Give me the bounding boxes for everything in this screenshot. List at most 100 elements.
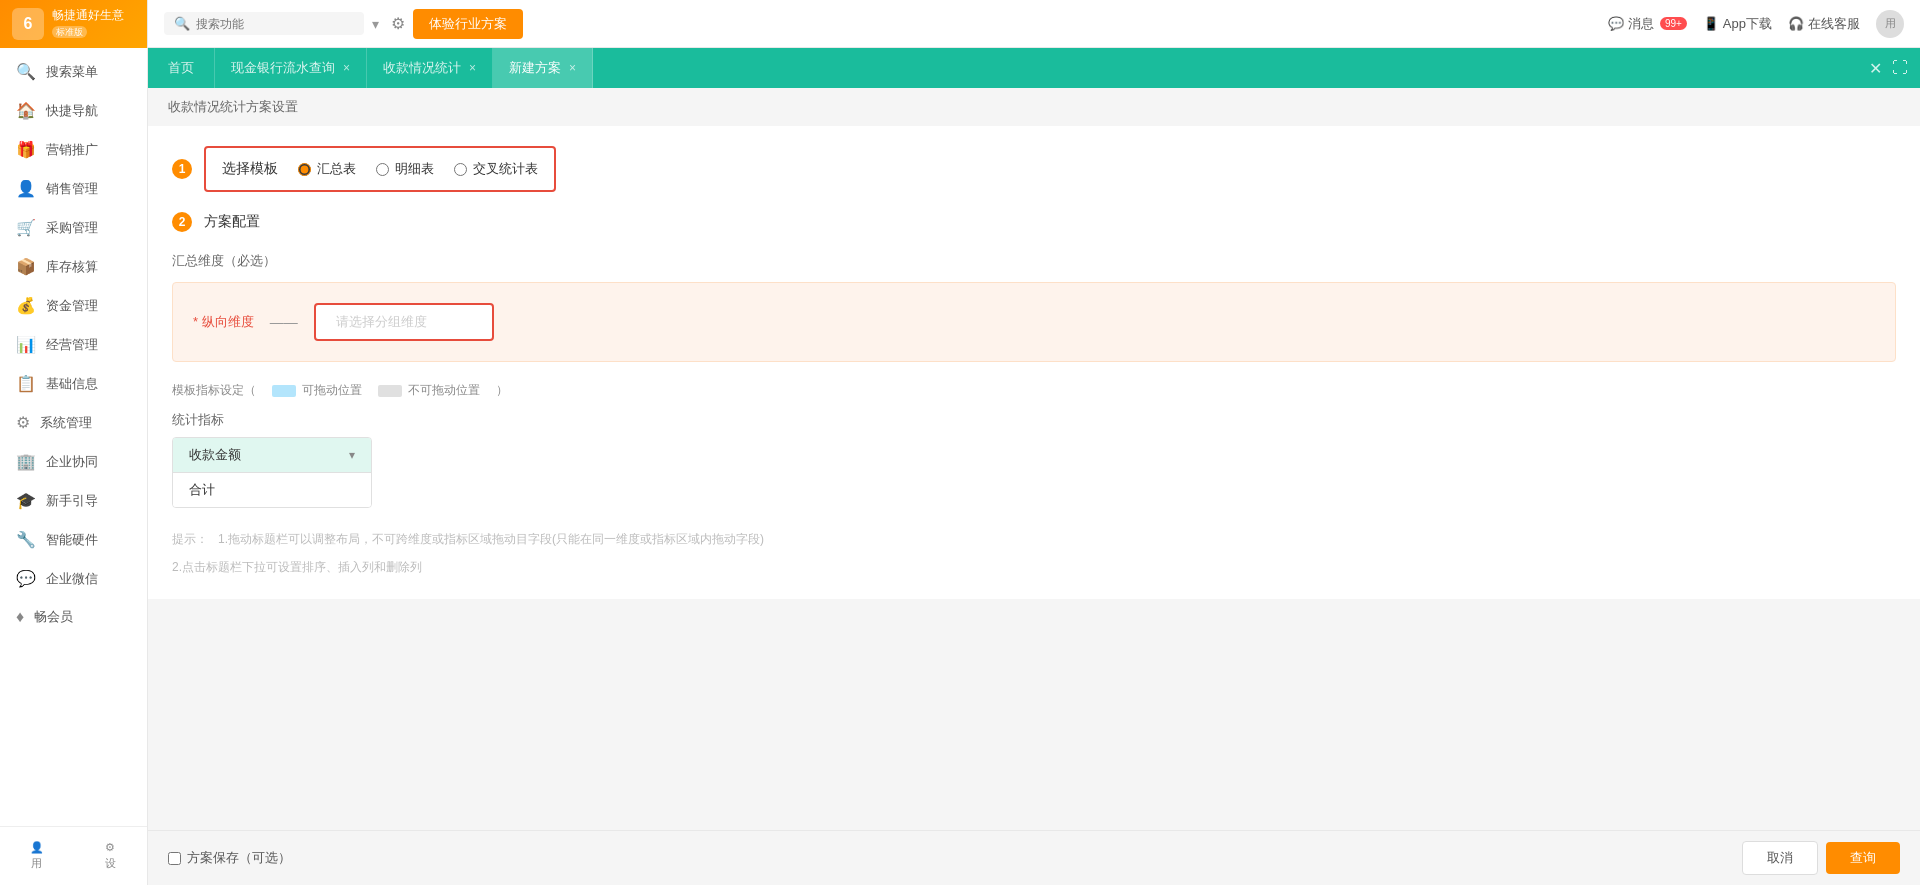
sidebar-item-finance[interactable]: 💰 资金管理 — [0, 286, 147, 325]
sidebar-item-label: 采购管理 — [46, 219, 98, 237]
inventory-icon: 📦 — [16, 257, 36, 276]
sales-icon: 👤 — [16, 179, 36, 198]
download-icon: 📱 — [1703, 16, 1719, 31]
tab-new-plan-label: 新建方案 — [509, 59, 561, 77]
main-card: 1 选择模板 汇总表 明细表 交叉统 — [148, 126, 1920, 599]
template-detail-label: 明细表 — [395, 160, 434, 178]
sidebar-item-inventory[interactable]: 📦 库存核算 — [0, 247, 147, 286]
stat-label: 统计指标 — [172, 411, 1896, 429]
template-cross-label: 交叉统计表 — [473, 160, 538, 178]
sidebar-item-basic-info[interactable]: 📋 基础信息 — [0, 364, 147, 403]
sidebar-item-label: 基础信息 — [46, 375, 98, 393]
tab-bank-flow[interactable]: 现金银行流水查询 × — [215, 48, 367, 88]
app-download-item[interactable]: 📱 App下载 — [1703, 15, 1772, 33]
template-section: 选择模板 汇总表 明细表 交叉统计表 — [204, 146, 556, 192]
sidebar-item-quick-nav[interactable]: 🏠 快捷导航 — [0, 91, 147, 130]
radio-cross[interactable] — [454, 163, 467, 176]
app-download-label: App下载 — [1723, 15, 1772, 33]
metric-setting-prefix: 模板指标设定（ — [172, 382, 256, 399]
save-checkbox-label[interactable]: 方案保存（可选） — [168, 849, 291, 867]
sidebar-item-member[interactable]: ♦ 畅会员 — [0, 598, 147, 636]
sidebar-item-operations[interactable]: 📊 经营管理 — [0, 325, 147, 364]
sidebar-item-label: 系统管理 — [40, 414, 92, 432]
finance-icon: 💰 — [16, 296, 36, 315]
fixed-dot — [378, 385, 402, 397]
dimension-section-title: 汇总维度（必选） — [172, 252, 1896, 270]
tip-title: 提示： 1.拖动标题栏可以调整布局，不可跨维度或指标区域拖动目字段(只能在同一维… — [172, 527, 1896, 551]
step1-badge: 1 — [172, 159, 192, 179]
sidebar-footer-user-label: 用 — [31, 856, 42, 871]
hardware-icon: 🔧 — [16, 530, 36, 549]
notification-badge: 99+ — [1660, 17, 1687, 30]
tab-new-plan-close[interactable]: × — [569, 61, 576, 75]
wechat-icon: 💬 — [16, 569, 36, 588]
template-option-summary[interactable]: 汇总表 — [298, 160, 356, 178]
tip-area: 提示： 1.拖动标题栏可以调整布局，不可跨维度或指标区域拖动目字段(只能在同一维… — [172, 527, 1896, 579]
cancel-button[interactable]: 取消 — [1742, 841, 1818, 875]
industry-plan-button[interactable]: 体验行业方案 — [413, 9, 523, 39]
notification-item[interactable]: 💬 消息 99+ — [1608, 15, 1687, 33]
sidebar-item-label: 企业微信 — [46, 570, 98, 588]
settings-footer-icon: ⚙ — [105, 841, 115, 854]
sidebar-item-label: 快捷导航 — [46, 102, 98, 120]
radio-detail[interactable] — [376, 163, 389, 176]
content-area: 收款情况统计方案设置 1 选择模板 汇总表 明细表 — [148, 88, 1920, 830]
template-option-detail[interactable]: 明细表 — [376, 160, 434, 178]
tip2-text: 2.点击标题栏下拉可设置排序、插入列和删除列 — [172, 555, 1896, 579]
metric-table-header: 收款金额 ▾ — [173, 438, 371, 473]
tab-receipt-stat[interactable]: 收款情况统计 × — [367, 48, 493, 88]
sidebar-footer-user[interactable]: 👤 用 — [0, 835, 74, 877]
metric-dropdown-icon[interactable]: ▾ — [349, 448, 355, 462]
online-service-item[interactable]: 🎧 在线客服 — [1788, 15, 1860, 33]
basic-info-icon: 📋 — [16, 374, 36, 393]
logo-text: 畅捷通好生意 标准版 — [52, 8, 124, 39]
sidebar-item-purchase[interactable]: 🛒 采购管理 — [0, 208, 147, 247]
sidebar-item-system[interactable]: ⚙ 系统管理 — [0, 403, 147, 442]
tab-home[interactable]: 首页 — [148, 48, 215, 88]
search-menu-icon: 🔍 — [16, 62, 36, 81]
tabbar: 首页 现金银行流水查询 × 收款情况统计 × 新建方案 × ✕ ⛶ — [148, 48, 1920, 88]
metric-header-text: 收款金额 — [189, 446, 241, 464]
corp-icon: 🏢 — [16, 452, 36, 471]
tab-receipt-stat-close[interactable]: × — [469, 61, 476, 75]
member-icon: ♦ — [16, 608, 24, 626]
step2-badge: 2 — [172, 212, 192, 232]
system-icon: ⚙ — [16, 413, 30, 432]
tab-bank-flow-close[interactable]: × — [343, 61, 350, 75]
logo-icon: 6 — [12, 8, 44, 40]
avatar-text: 用 — [1885, 16, 1896, 31]
sidebar-item-guide[interactable]: 🎓 新手引导 — [0, 481, 147, 520]
user-avatar[interactable]: 用 — [1876, 10, 1904, 38]
sidebar-footer-settings[interactable]: ⚙ 设 — [74, 835, 148, 877]
search-input[interactable] — [196, 17, 346, 31]
metric-table: 收款金额 ▾ 合计 — [172, 437, 372, 508]
radio-summary[interactable] — [298, 163, 311, 176]
tab-new-plan[interactable]: 新建方案 × — [493, 48, 593, 88]
user-footer-icon: 👤 — [30, 841, 44, 854]
sidebar-item-sales[interactable]: 👤 销售管理 — [0, 169, 147, 208]
tab-bank-flow-label: 现金银行流水查询 — [231, 59, 335, 77]
tab-expand-icon[interactable]: ⛶ — [1892, 59, 1908, 77]
sidebar-item-wechat[interactable]: 💬 企业微信 — [0, 559, 147, 598]
sidebar-item-label: 资金管理 — [46, 297, 98, 315]
sidebar-item-label: 营销推广 — [46, 141, 98, 159]
gear-icon[interactable]: ⚙ — [391, 14, 405, 33]
query-button[interactable]: 查询 — [1826, 842, 1900, 874]
sidebar-item-hardware[interactable]: 🔧 智能硬件 — [0, 520, 147, 559]
sidebar-item-marketing[interactable]: 🎁 营销推广 — [0, 130, 147, 169]
dimension-selector[interactable]: 请选择分组维度 — [314, 303, 494, 341]
sidebar-item-corp[interactable]: 🏢 企业协同 — [0, 442, 147, 481]
page-breadcrumb: 收款情况统计方案设置 — [148, 88, 1920, 126]
tab-close-window-icon[interactable]: ✕ — [1869, 59, 1882, 78]
movable-label: 可拖动位置 — [302, 382, 362, 399]
dimension-row: 纵向维度 —— 请选择分组维度 — [193, 303, 1875, 341]
topbar: 🔍 ▾ ⚙ 体验行业方案 💬 消息 99+ 📱 App下载 🎧 在线客服 用 — [148, 0, 1920, 48]
sidebar-item-search-menu[interactable]: 🔍 搜索菜单 — [0, 52, 147, 91]
search-dropdown-button[interactable]: ▾ — [372, 16, 379, 32]
tabbar-end: ✕ ⛶ — [1857, 48, 1920, 88]
template-option-cross[interactable]: 交叉统计表 — [454, 160, 538, 178]
tip1-text: 1.拖动标题栏可以调整布局，不可跨维度或指标区域拖动目字段(只能在同一维度或指标… — [218, 532, 764, 546]
notification-label: 消息 — [1628, 15, 1654, 33]
save-checkbox-input[interactable] — [168, 852, 181, 865]
vertical-dimension-label: 纵向维度 — [193, 313, 254, 331]
